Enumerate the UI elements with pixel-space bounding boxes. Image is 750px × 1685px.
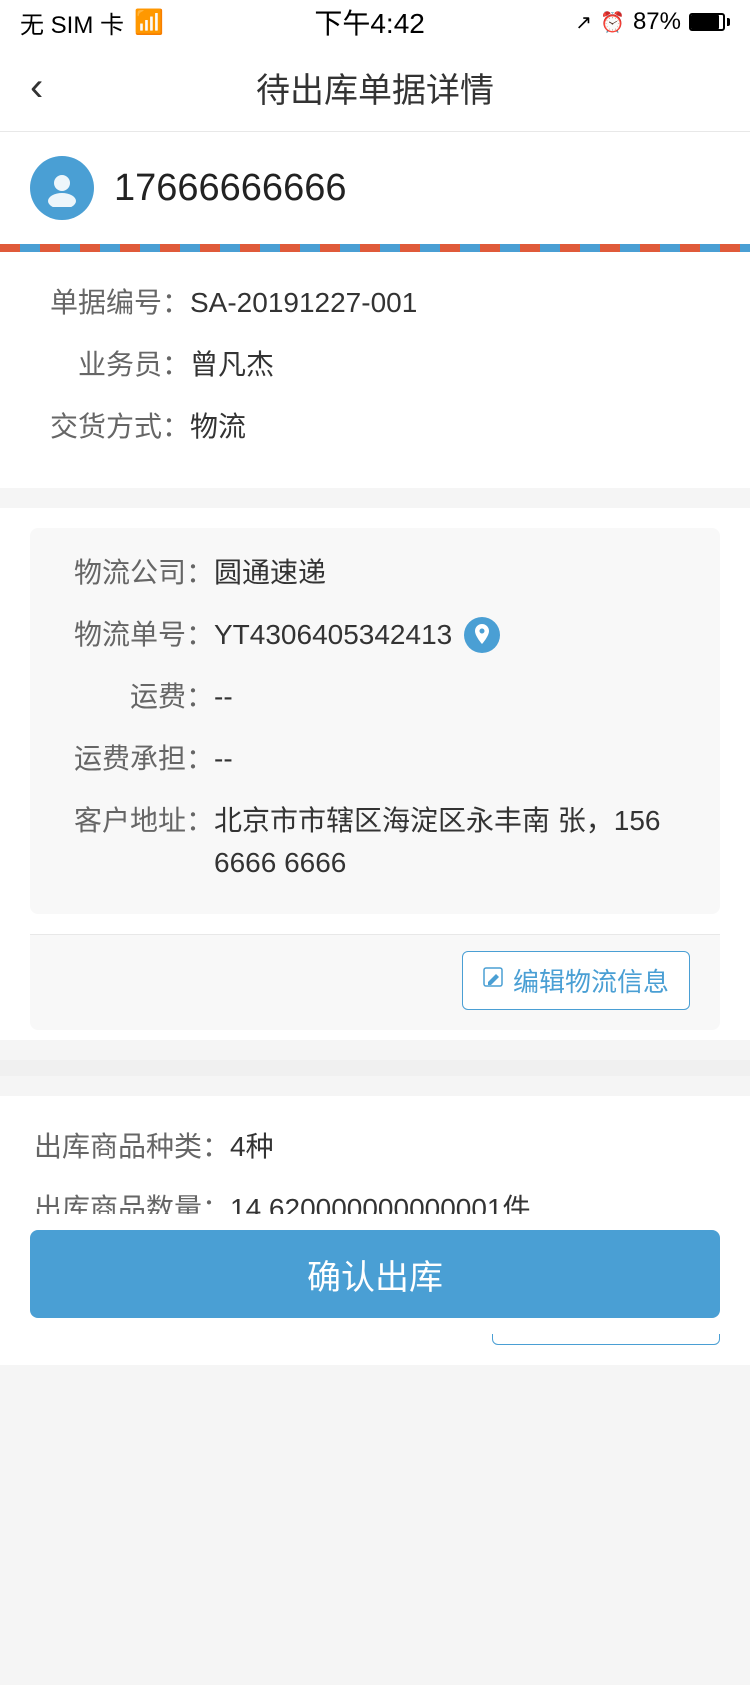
goods-kind-row: 出库商品种类： 4种 [30, 1126, 720, 1168]
battery-percent: 87% [633, 8, 681, 36]
status-bar-left: 无 SIM 卡 📶 [20, 5, 164, 40]
salesman-label: 业务员： [30, 344, 190, 386]
salesman-row: 业务员： 曾凡杰 [30, 344, 720, 386]
delivery-value: 物流 [190, 406, 720, 448]
salesman-value: 曾凡杰 [190, 344, 720, 386]
user-section: 17666666666 [0, 132, 750, 244]
back-button[interactable]: ‹ [30, 65, 43, 110]
status-bar-right: ↗ ⏰ 87% [575, 8, 730, 36]
freight-bear-value: -- [214, 738, 696, 780]
freight-bear-row: 运费承担： -- [54, 738, 696, 780]
order-no-value: SA-20191227-001 [190, 282, 720, 324]
freight-bear-label: 运费承担： [54, 738, 214, 780]
edit-btn-row: 编辑物流信息 [30, 934, 720, 1030]
battery-indicator [689, 13, 730, 31]
tracking-location-icon[interactable] [464, 617, 500, 653]
nav-bar: ‹ 待出库单据详情 [0, 44, 750, 132]
dashed-divider [0, 244, 750, 252]
logistics-company-value: 圆通速递 [214, 552, 696, 594]
location-icon: ↗ [575, 10, 592, 35]
logistics-tracking-value: YT4306405342413 [214, 614, 696, 656]
logistics-tracking-label: 物流单号： [54, 614, 214, 656]
freight-label: 运费： [54, 676, 214, 718]
wifi-icon: 📶 [134, 8, 164, 37]
user-phone: 17666666666 [114, 167, 346, 210]
goods-kind-label: 出库商品种类： [30, 1126, 230, 1168]
order-no-row: 单据编号： SA-20191227-001 [30, 282, 720, 324]
edit-logistics-button[interactable]: 编辑物流信息 [462, 951, 690, 1010]
avatar [30, 156, 94, 220]
address-label: 客户地址： [54, 800, 214, 842]
page: 无 SIM 卡 📶 下午4:42 ↗ ⏰ 87% ‹ 待出库单据详情 [0, 0, 750, 1685]
edit-logistics-label: 编辑物流信息 [513, 962, 669, 999]
logistics-card: 物流公司： 圆通速递 物流单号： YT4306405342413 运费： -- [30, 528, 720, 914]
logistics-company-row: 物流公司： 圆通速递 [54, 552, 696, 594]
edit-icon [483, 965, 505, 996]
carrier-text: 无 SIM 卡 [20, 5, 124, 40]
confirm-button[interactable]: 确认出库 [30, 1230, 720, 1318]
freight-value: -- [214, 676, 696, 718]
goods-kind-value: 4种 [230, 1126, 720, 1168]
order-no-label: 单据编号： [30, 282, 190, 324]
delivery-label: 交货方式： [30, 406, 190, 448]
confirm-label: 确认出库 [307, 1250, 443, 1299]
address-row: 客户地址： 北京市市辖区海淀区永丰南 张，156 6666 6666 [54, 800, 696, 884]
freight-row: 运费： -- [54, 676, 696, 718]
status-bar-time: 下午4:42 [314, 2, 425, 42]
logistics-tracking-row: 物流单号： YT4306405342413 [54, 614, 696, 656]
logistics-company-label: 物流公司： [54, 552, 214, 594]
delivery-row: 交货方式： 物流 [30, 406, 720, 448]
status-bar: 无 SIM 卡 📶 下午4:42 ↗ ⏰ 87% [0, 0, 750, 44]
bottom-spacer [0, 1365, 750, 1565]
order-info-section: 单据编号： SA-20191227-001 业务员： 曾凡杰 交货方式： 物流 [0, 252, 750, 488]
page-title: 待出库单据详情 [256, 63, 494, 112]
section-divider [0, 1060, 750, 1076]
alarm-icon: ⏰ [600, 10, 625, 35]
confirm-btn-wrapper: 确认出库 [0, 1214, 750, 1334]
address-value: 北京市市辖区海淀区永丰南 张，156 6666 6666 [214, 800, 696, 884]
